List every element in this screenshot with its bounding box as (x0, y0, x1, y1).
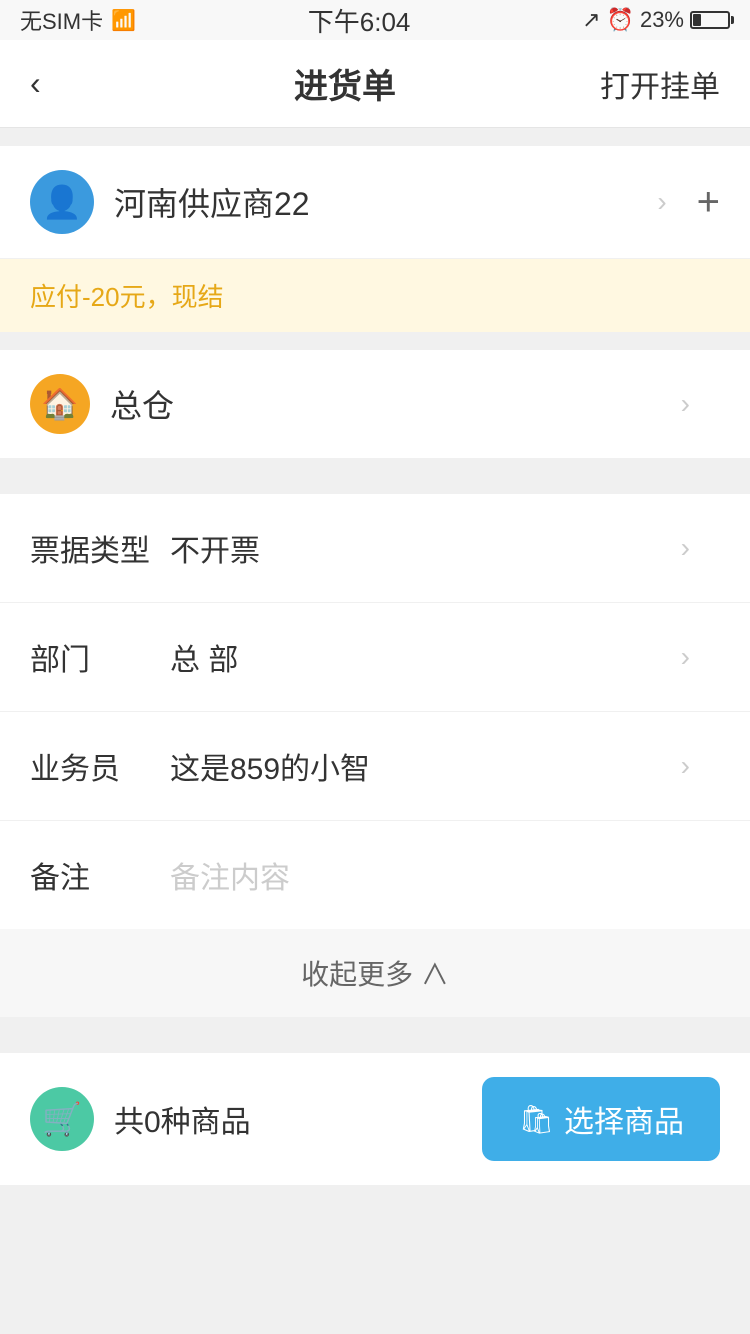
select-goods-label: 选择商品 (564, 1097, 684, 1141)
back-button[interactable]: ‹ (30, 65, 90, 102)
supplier-name: 河南供应商22 (114, 179, 657, 225)
salesman-label: 业务员 (30, 744, 150, 788)
status-bar: 无SIM卡 📶 下午6:04 ↗ ⏰ 23% (0, 0, 750, 40)
avatar-icon: 👤 (42, 183, 82, 221)
product-icon: 🛒 (42, 1100, 82, 1138)
supplier-row[interactable]: 👤 河南供应商22 › + (0, 146, 750, 259)
select-goods-icon: 🛍 (518, 1103, 554, 1136)
remark-row[interactable]: 备注 备注内容 (0, 821, 750, 929)
department-chevron-icon: › (681, 641, 690, 673)
invoice-type-value: 不开票 (150, 526, 681, 570)
invoice-type-chevron-icon: › (681, 532, 690, 564)
main-content: 👤 河南供应商22 › + 应付-20元，现结 🏠 总仓 › 票据类型 不开票 … (0, 128, 750, 1334)
add-supplier-button[interactable]: + (697, 182, 720, 222)
nav-bar: ‹ 进货单 打开挂单 (0, 40, 750, 128)
salesman-row[interactable]: 业务员 这是859的小智 › (0, 712, 750, 821)
remark-label: 备注 (30, 853, 150, 897)
warehouse-icon: 🏠 (41, 387, 78, 422)
battery-icon (690, 11, 730, 29)
product-count: 共0种商品 (114, 1097, 462, 1141)
product-section: 🛒 共0种商品 🛍 选择商品 (0, 1053, 750, 1185)
status-right: ↗ ⏰ 23% (582, 7, 730, 33)
section-gap-1 (0, 128, 750, 146)
salesman-chevron-icon: › (681, 750, 690, 782)
status-time: 下午6:04 (308, 2, 411, 39)
department-row[interactable]: 部门 总 部 › (0, 603, 750, 712)
warehouse-chevron-icon: › (681, 388, 690, 420)
salesman-value: 这是859的小智 (150, 744, 681, 788)
alarm-icon: ⏰ (607, 7, 634, 33)
warehouse-name: 总仓 (110, 381, 681, 427)
location-icon: ↗ (582, 7, 600, 33)
page-title: 进货单 (294, 59, 396, 108)
open-pending-button[interactable]: 打开挂单 (600, 62, 720, 106)
section-divider-1 (0, 332, 750, 350)
invoice-type-row[interactable]: 票据类型 不开票 › (0, 494, 750, 603)
form-section: 票据类型 不开票 › 部门 总 部 › 业务员 这是859的小智 › 备注 备注… (0, 494, 750, 929)
wifi-icon: 📶 (111, 8, 136, 33)
invoice-type-label: 票据类型 (30, 526, 150, 570)
carrier-label: 无SIM卡 (20, 4, 103, 36)
supplier-chevron-icon: › (657, 186, 666, 218)
warehouse-row[interactable]: 🏠 总仓 › (0, 350, 750, 458)
section-divider-3 (0, 1017, 750, 1035)
select-goods-button[interactable]: 🛍 选择商品 (482, 1077, 720, 1161)
status-left: 无SIM卡 📶 (20, 4, 136, 36)
warehouse-icon-wrap: 🏠 (30, 374, 90, 434)
battery-percent: 23% (640, 7, 684, 33)
supplier-avatar: 👤 (30, 170, 94, 234)
department-label: 部门 (30, 635, 150, 679)
supplier-section: 👤 河南供应商22 › + 应付-20元，现结 (0, 146, 750, 332)
section-divider-2 (0, 458, 750, 476)
collapse-toggle[interactable]: 收起更多 ∧ (0, 929, 750, 1017)
product-icon-wrap: 🛒 (30, 1087, 94, 1151)
remark-input[interactable]: 备注内容 (150, 853, 720, 897)
notice-banner: 应付-20元，现结 (0, 259, 750, 332)
department-value: 总 部 (150, 635, 681, 679)
